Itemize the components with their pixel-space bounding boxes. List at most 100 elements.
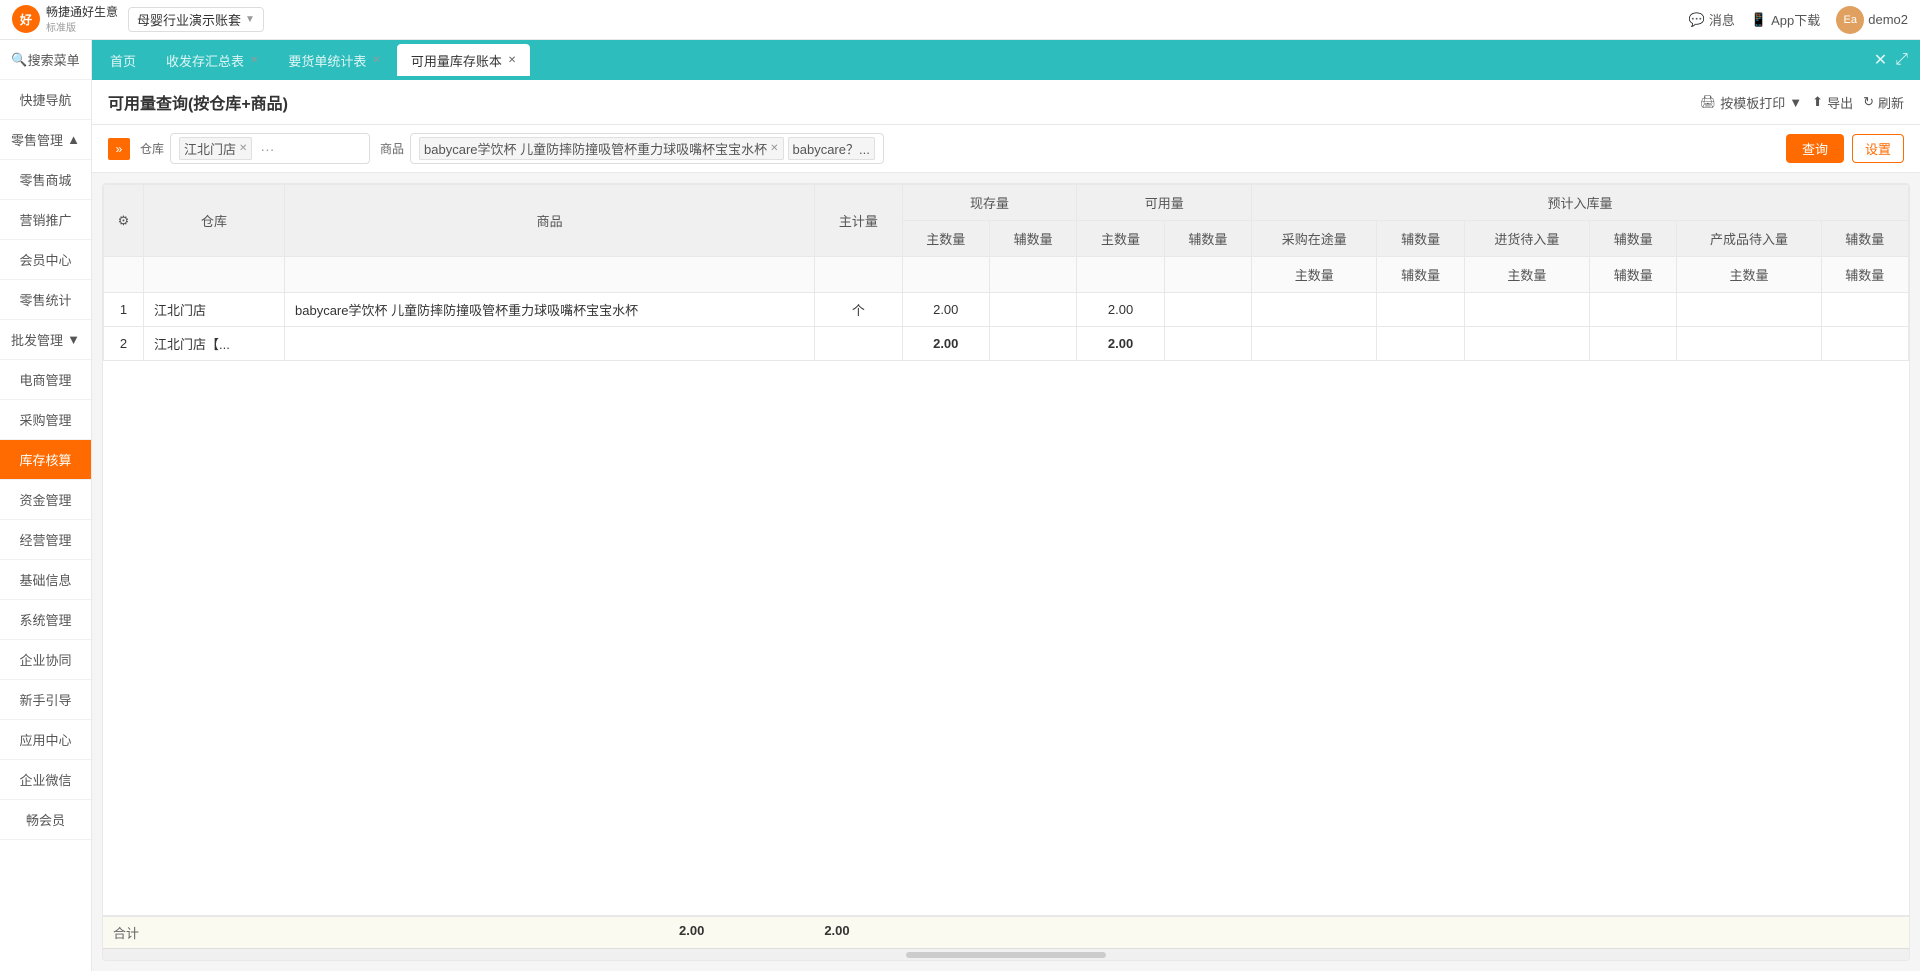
tab-available-inventory[interactable]: 可用量库存账本 ✕ [397, 44, 530, 76]
sidebar-item-purchase[interactable]: 采购管理 [0, 400, 91, 440]
search-label: 搜索菜单 [28, 50, 80, 69]
pur-transit-aux-header: 辅数量 [1377, 221, 1464, 257]
prod-pending-main-header: 产成品待入量 [1677, 221, 1821, 257]
sidebar-item-label: 应用中心 [19, 730, 71, 749]
horizontal-scrollbar[interactable] [103, 948, 1909, 960]
more-icon[interactable]: ··· [260, 141, 274, 157]
warehouse-label: 仓库 [140, 140, 164, 157]
subheader-empty7 [1077, 257, 1164, 293]
subheader-inc-main: 主数量 [1464, 257, 1589, 293]
row-pur-main [1252, 293, 1377, 327]
tab-income-summary[interactable]: 收发存汇总表 ✕ [152, 44, 272, 76]
sidebar-item-marketing[interactable]: 营销推广 [0, 200, 91, 240]
row-pur-main [1252, 327, 1377, 361]
sidebar-item-finance[interactable]: 资金管理 [0, 480, 91, 520]
sidebar-item-label: 零售商城 [19, 170, 71, 189]
footer-stock-main: 2.00 [679, 923, 704, 942]
user-profile[interactable]: Ea demo2 [1836, 6, 1908, 34]
product-label: 商品 [380, 140, 404, 157]
settings-col-header[interactable]: ⚙ [104, 185, 144, 257]
filter-bar: » 仓库 江北门店 ✕ ··· 商品 babycare [92, 125, 1920, 173]
quick-nav-label: 快捷导航 [19, 90, 71, 109]
sidebar-item-label: 资金管理 [19, 490, 71, 509]
planned-inbound-col-header: 预计入库量 [1252, 185, 1909, 221]
settings-button[interactable]: 设置 [1852, 134, 1904, 163]
app-download-btn[interactable]: 📱 App下载 [1751, 10, 1820, 29]
available-col-header: 可用量 [1077, 185, 1252, 221]
logo-sub: 标准版 [46, 19, 118, 34]
row-prod-aux [1821, 293, 1908, 327]
row-stock-main: 2.00 [902, 327, 989, 361]
footer-avail-main: 2.00 [824, 923, 849, 942]
sidebar-item-batch[interactable]: 批发管理 ▼ [0, 320, 91, 360]
chevron-icon: ▼ [67, 332, 80, 347]
subheader-empty8 [1164, 257, 1251, 293]
sidebar-item-inventory[interactable]: 库存核算 [0, 440, 91, 480]
table-row: 1 江北门店 babycare学饮杯 儿童防摔防撞吸管杯重力球吸嘴杯宝宝水杯 个… [104, 293, 1909, 327]
top-bar: 好 畅捷通好生意 标准版 母婴行业演示账套 ▼ 💬 消息 📱 App下载 Ea … [0, 0, 1920, 40]
sidebar-item-label: 零售管理 [11, 130, 63, 149]
product-col-header: 商品 [285, 185, 815, 257]
tab-order-stats[interactable]: 要货单统计表 ✕ [274, 44, 394, 76]
close-icon[interactable]: ✕ [250, 55, 258, 66]
quick-nav[interactable]: 快捷导航 [0, 80, 91, 120]
sidebar-item-enterprise[interactable]: 企业协同 [0, 640, 91, 680]
logo-text: 畅捷通好生意 [46, 5, 118, 19]
message-label: 消息 [1709, 10, 1735, 29]
query-button[interactable]: 查询 [1786, 134, 1844, 163]
export-btn[interactable]: ⬆ 导出 [1812, 93, 1853, 112]
sidebar-item-zero-mall[interactable]: 零售商城 [0, 160, 91, 200]
template-print-btn[interactable]: 🖨 按模板打印 ▼ [1700, 93, 1802, 112]
page-content: 可用量查询(按仓库+商品) 🖨 按模板打印 ▼ ⬆ 导出 ↻ 刷新 [92, 80, 1920, 971]
row-avail-main: 2.00 [1077, 327, 1164, 361]
row-prod-main [1677, 293, 1821, 327]
subheader-pur-main: 主数量 [1252, 257, 1377, 293]
sidebar-item-label: 营销推广 [19, 210, 71, 229]
product-input[interactable]: babycare学饮杯 儿童防摔防撞吸管杯重力球吸嘴杯宝宝水杯 ✕ babyca… [410, 133, 884, 164]
sidebar-item-basic[interactable]: 基础信息 [0, 560, 91, 600]
sidebar-search[interactable]: 🔍 搜索菜单 [0, 40, 91, 80]
tag-close-icon[interactable]: ✕ [770, 143, 778, 154]
close-icon[interactable]: ✕ [508, 55, 516, 66]
sidebar-item-apps[interactable]: 应用中心 [0, 720, 91, 760]
sidebar-item-newbie[interactable]: 新手引导 [0, 680, 91, 720]
warehouse-input[interactable]: 江北门店 ✕ ··· [170, 133, 370, 164]
product-tag-1: babycare学饮杯 儿童防摔防撞吸管杯重力球吸嘴杯宝宝水杯 ✕ [419, 137, 783, 160]
scrollbar-thumb[interactable] [906, 952, 1106, 958]
sidebar-item-zero-sales[interactable]: 零售管理 ▲ [0, 120, 91, 160]
message-btn[interactable]: 💬 消息 [1689, 10, 1735, 29]
sidebar-item-wechat[interactable]: 企业微信 [0, 760, 91, 800]
subheader-empty5 [902, 257, 989, 293]
product-filter: 商品 babycare学饮杯 儿童防摔防撞吸管杯重力球吸嘴杯宝宝水杯 ✕ bab… [380, 133, 884, 164]
sidebar-item-vip[interactable]: 畅会员 [0, 800, 91, 840]
search-icon: 🔍 [11, 52, 27, 68]
sidebar-item-zero-stats[interactable]: 零售统计 [0, 280, 91, 320]
tab-home[interactable]: 首页 [96, 44, 150, 76]
filter-toggle-btn[interactable]: » [108, 138, 130, 160]
row-num: 1 [104, 293, 144, 327]
sidebar-item-system[interactable]: 系统管理 [0, 600, 91, 640]
close-window-btn[interactable]: ✕ [1874, 50, 1887, 70]
message-icon: 💬 [1689, 12, 1705, 28]
inc-pending-aux-header: 辅数量 [1590, 221, 1677, 257]
template-print-label: 按模板打印 [1720, 93, 1785, 112]
row-avail-aux [1164, 327, 1251, 361]
warehouse-col-header: 仓库 [144, 185, 285, 257]
sidebar-item-ecommerce[interactable]: 电商管理 [0, 360, 91, 400]
sidebar-item-member[interactable]: 会员中心 [0, 240, 91, 280]
row-product [285, 327, 815, 361]
refresh-btn[interactable]: ↻ 刷新 [1863, 93, 1904, 112]
sidebar-item-label: 畅会员 [26, 810, 65, 829]
row-stock-aux [989, 293, 1076, 327]
row-product: babycare学饮杯 儿童防摔防撞吸管杯重力球吸嘴杯宝宝水杯 [285, 293, 815, 327]
tab-label: 收发存汇总表 [166, 51, 244, 70]
tenant-selector[interactable]: 母婴行业演示账套 ▼ [128, 7, 264, 32]
tenant-name: 母婴行业演示账套 [137, 10, 241, 29]
sidebar-item-operations[interactable]: 经营管理 [0, 520, 91, 560]
username: demo2 [1868, 12, 1908, 27]
subheader-empty3 [285, 257, 815, 293]
tag-close-icon[interactable]: ✕ [239, 143, 247, 154]
maximize-btn[interactable]: ⤢ [1895, 51, 1908, 69]
tab-bar-actions: ✕ ⤢ [1874, 50, 1916, 70]
close-icon[interactable]: ✕ [372, 55, 380, 66]
